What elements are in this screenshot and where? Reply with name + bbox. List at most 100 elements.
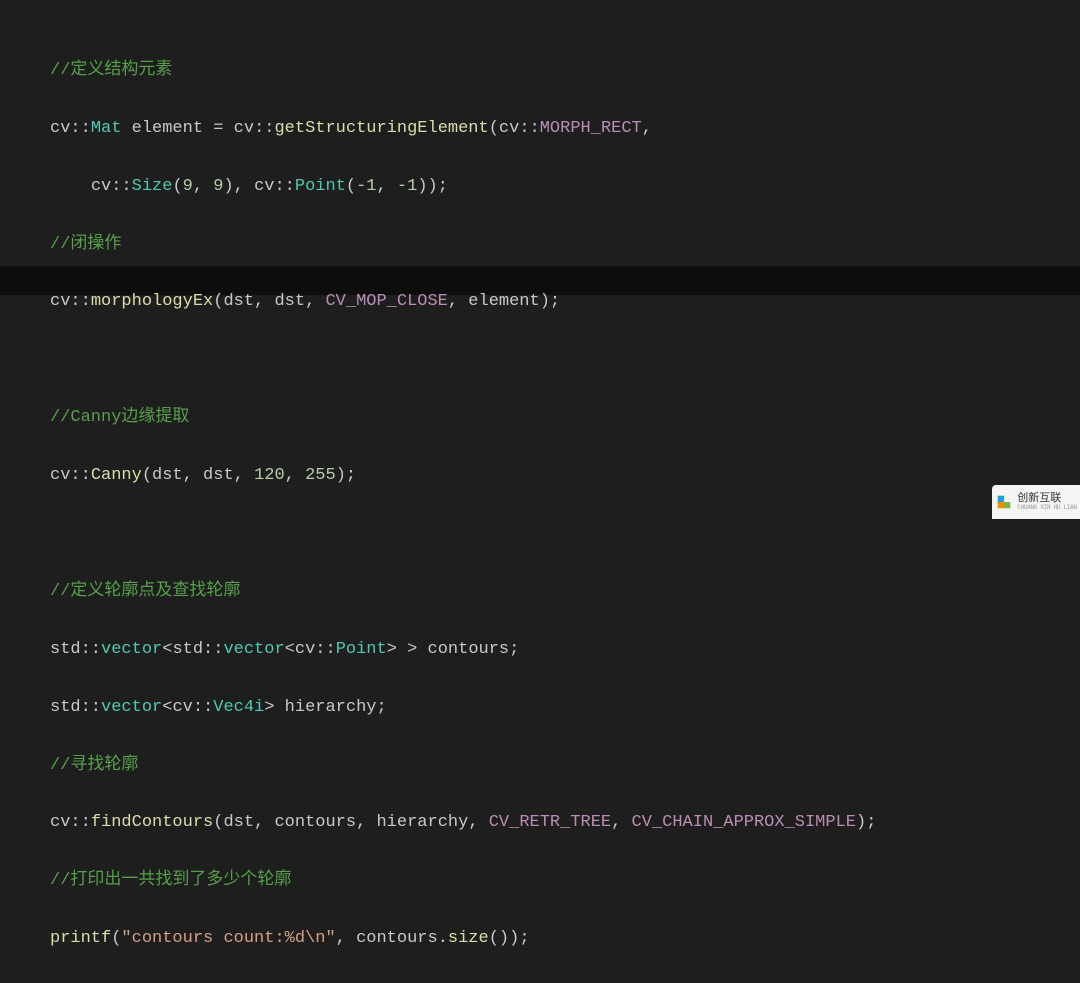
type: Point bbox=[336, 640, 387, 659]
paren: ( bbox=[213, 292, 223, 311]
scope-op: :: bbox=[70, 466, 90, 485]
namespace: cv bbox=[172, 698, 192, 717]
namespace: cv bbox=[234, 119, 254, 138]
function-call: morphologyEx bbox=[91, 292, 213, 311]
comma: , bbox=[254, 813, 274, 832]
type: Point bbox=[295, 177, 346, 196]
paren: ) bbox=[856, 813, 866, 832]
paren: ( bbox=[489, 119, 499, 138]
code-line[interactable]: //定义结构元素 bbox=[50, 57, 1080, 86]
watermark-logo-icon bbox=[995, 493, 1013, 511]
code-line[interactable]: printf("contours count:%d\n", contours.s… bbox=[50, 925, 1080, 954]
code-editor[interactable]: //定义结构元素 cv::Mat element = cv::getStruct… bbox=[0, 0, 1080, 983]
code-line[interactable]: //打印出一共找到了多少个轮廓 bbox=[50, 867, 1080, 896]
paren: ) bbox=[499, 929, 509, 948]
angle-bracket: > bbox=[407, 640, 417, 659]
namespace: cv bbox=[254, 177, 274, 196]
namespace: cv bbox=[50, 292, 70, 311]
paren: ( bbox=[172, 177, 182, 196]
comma: , bbox=[356, 813, 376, 832]
namespace: std bbox=[172, 640, 203, 659]
constant: CV_RETR_TREE bbox=[489, 813, 611, 832]
paren: ) bbox=[336, 466, 346, 485]
space bbox=[397, 640, 407, 659]
type: Vec4i bbox=[213, 698, 264, 717]
constant: MORPH_RECT bbox=[540, 119, 642, 138]
code-line[interactable]: cv::Canny(dst, dst, 120, 255); bbox=[50, 462, 1080, 491]
scope-op: :: bbox=[254, 119, 274, 138]
code-line[interactable]: cv::Mat element = cv::getStructuringElem… bbox=[50, 115, 1080, 144]
comma: , bbox=[193, 177, 213, 196]
comment: //定义结构元素 bbox=[50, 61, 172, 80]
namespace: cv bbox=[50, 119, 70, 138]
paren: ) bbox=[223, 177, 233, 196]
argument: element bbox=[468, 292, 539, 311]
comment: //闭操作 bbox=[50, 235, 121, 254]
scope-op: :: bbox=[203, 640, 223, 659]
function-call: findContours bbox=[91, 813, 213, 832]
argument: dst bbox=[274, 292, 305, 311]
number: 255 bbox=[305, 466, 336, 485]
paren: ) bbox=[540, 292, 550, 311]
code-line[interactable]: //寻找轮廓 bbox=[50, 752, 1080, 781]
namespace: std bbox=[50, 640, 81, 659]
blank-line[interactable] bbox=[50, 346, 1080, 375]
angle-bracket: < bbox=[285, 640, 295, 659]
angle-bracket: > bbox=[264, 698, 274, 717]
comma: , bbox=[468, 813, 488, 832]
semicolon: ; bbox=[550, 292, 560, 311]
code-line[interactable]: cv::findContours(dst, contours, hierarch… bbox=[50, 809, 1080, 838]
scope-op: :: bbox=[70, 813, 90, 832]
string-literal: "contours count:%d\n" bbox=[121, 929, 335, 948]
comment: //定义轮廓点及查找轮廓 bbox=[50, 582, 240, 601]
code-line[interactable]: //定义轮廓点及查找轮廓 bbox=[50, 578, 1080, 607]
comma: , bbox=[254, 292, 274, 311]
method-call: size bbox=[448, 929, 489, 948]
type: Size bbox=[132, 177, 173, 196]
blank-line[interactable] bbox=[50, 520, 1080, 549]
code-line[interactable]: //闭操作 bbox=[50, 231, 1080, 260]
watermark-text: 创新互联 CHUANG XIN HU LIAN bbox=[1017, 494, 1076, 511]
space bbox=[223, 119, 233, 138]
comma: , bbox=[234, 177, 254, 196]
constant: CV_MOP_CLOSE bbox=[325, 292, 447, 311]
watermark-en: CHUANG XIN HU LIAN bbox=[1017, 505, 1076, 511]
comma: , bbox=[448, 292, 468, 311]
paren: ( bbox=[111, 929, 121, 948]
scope-op: :: bbox=[111, 177, 131, 196]
comma: , bbox=[234, 466, 254, 485]
comment: //Canny边缘提取 bbox=[50, 408, 189, 427]
scope-op: :: bbox=[274, 177, 294, 196]
type: vector bbox=[223, 640, 284, 659]
watermark-badge: 创新互联 CHUANG XIN HU LIAN bbox=[992, 485, 1080, 519]
scope-op: :: bbox=[81, 640, 101, 659]
argument: hierarchy bbox=[376, 813, 468, 832]
paren: ( bbox=[142, 466, 152, 485]
namespace: cv bbox=[295, 640, 315, 659]
semicolon: ; bbox=[519, 929, 529, 948]
paren: ( bbox=[346, 177, 356, 196]
function-call: printf bbox=[50, 929, 111, 948]
scope-op: :: bbox=[193, 698, 213, 717]
type: vector bbox=[101, 640, 162, 659]
code-line[interactable]: std::vector<std::vector<cv::Point> > con… bbox=[50, 636, 1080, 665]
variable: contours bbox=[417, 640, 509, 659]
angle-bracket: > bbox=[387, 640, 397, 659]
argument: dst bbox=[223, 813, 254, 832]
scope-op: :: bbox=[70, 292, 90, 311]
comma: , bbox=[183, 466, 203, 485]
argument: contours bbox=[274, 813, 356, 832]
comma: , bbox=[611, 813, 631, 832]
function-call: Canny bbox=[91, 466, 142, 485]
namespace: cv bbox=[50, 813, 70, 832]
code-line[interactable]: //Canny边缘提取 bbox=[50, 404, 1080, 433]
code-line[interactable]: cv::morphologyEx(dst, dst, CV_MOP_CLOSE,… bbox=[50, 288, 1080, 317]
code-line[interactable]: std::vector<cv::Vec4i> hierarchy; bbox=[50, 694, 1080, 723]
argument: contours bbox=[356, 929, 438, 948]
paren: ( bbox=[489, 929, 499, 948]
number: -1 bbox=[356, 177, 376, 196]
comment: //打印出一共找到了多少个轮廓 bbox=[50, 871, 291, 890]
comma: , bbox=[642, 119, 652, 138]
code-line[interactable]: cv::Size(9, 9), cv::Point(-1, -1)); bbox=[50, 173, 1080, 202]
paren: )) bbox=[417, 177, 437, 196]
